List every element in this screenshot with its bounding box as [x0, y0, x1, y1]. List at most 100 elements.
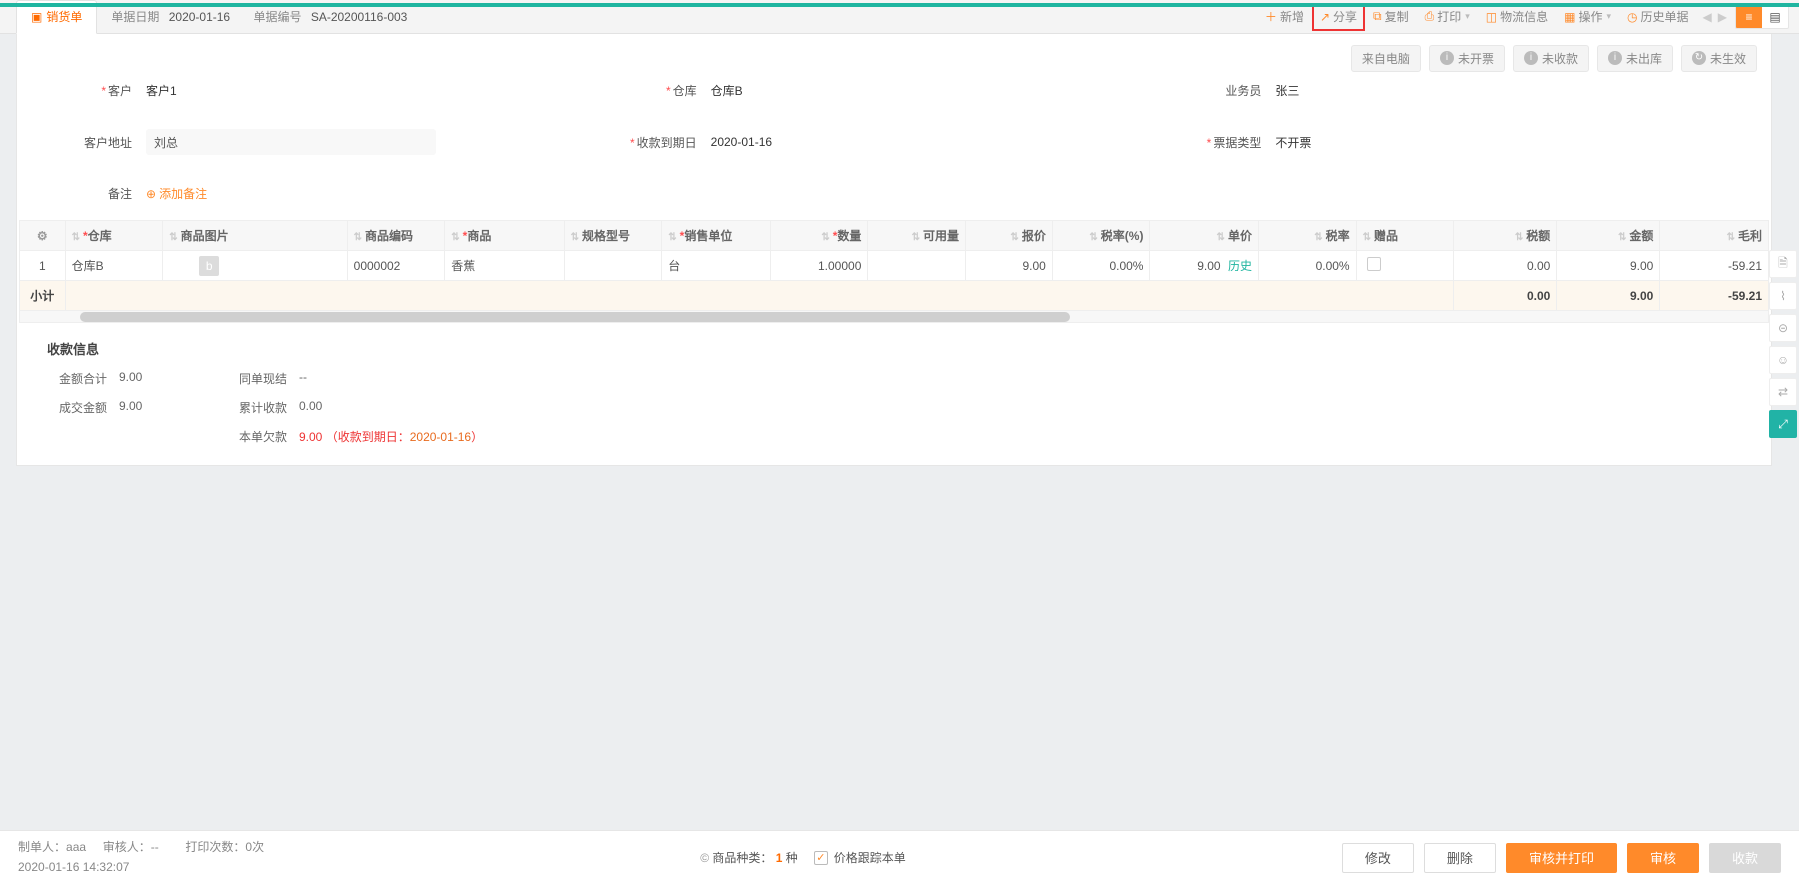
- rail-flow-icon[interactable]: ⇄: [1769, 378, 1797, 406]
- col-product[interactable]: ⇅*商品: [445, 221, 564, 251]
- tab-icon: ▣: [31, 10, 42, 24]
- history-button[interactable]: ◷ 历史单据: [1619, 6, 1697, 28]
- due-date-value[interactable]: 2020-01-16: [711, 135, 772, 149]
- copy-button[interactable]: ⧉ 复制: [1365, 6, 1417, 28]
- doc-meta: 制单人：aaa 审核人：-- 打印次数：0次 2020-01-16 14:32:…: [18, 838, 264, 876]
- acc-recv-label: 累计收款: [227, 399, 287, 416]
- col-quote[interactable]: ⇅报价: [966, 221, 1053, 251]
- invoice-type-value[interactable]: 不开票: [1275, 134, 1311, 151]
- col-settings[interactable]: ⚙: [20, 221, 66, 251]
- invoice-type-label: 票据类型: [1213, 136, 1261, 150]
- salesperson-value[interactable]: 张三: [1275, 82, 1299, 99]
- col-gift[interactable]: ⇅赠品: [1356, 221, 1454, 251]
- badge-no-out[interactable]: i 未出库: [1597, 45, 1673, 72]
- cell-qty[interactable]: 1.00000: [770, 251, 868, 281]
- col-tax-rate[interactable]: ⇅税率: [1258, 221, 1356, 251]
- cell-discount[interactable]: 0.00%: [1052, 251, 1150, 281]
- info-icon: i: [1440, 51, 1454, 65]
- address-label: 客户地址: [84, 136, 132, 150]
- add-remark-button[interactable]: ⊕ 添加备注: [146, 185, 207, 202]
- price-track-checkbox[interactable]: [814, 851, 828, 865]
- print-button[interactable]: ⎙ 打印 ▾: [1417, 6, 1478, 28]
- table-row[interactable]: 1 仓库B b 0000002 香蕉 台 1.00000 9.00 0.00% …: [20, 251, 1769, 281]
- gift-checkbox[interactable]: [1367, 257, 1381, 271]
- subtotal-gross: -59.21: [1660, 281, 1769, 311]
- horizontal-scrollbar[interactable]: [19, 311, 1769, 323]
- grid-icon: ▦: [1564, 10, 1575, 24]
- address-value[interactable]: 刘总: [146, 129, 436, 155]
- cell-code[interactable]: 0000002: [347, 251, 445, 281]
- doc-no-value: SA-20200116-003: [311, 10, 408, 24]
- col-gross[interactable]: ⇅毛利: [1660, 221, 1769, 251]
- col-price[interactable]: ⇅单价: [1150, 221, 1258, 251]
- salesperson-label: 业务员: [1225, 84, 1261, 98]
- cell-spec[interactable]: [564, 251, 662, 281]
- audit-print-button[interactable]: 审核并打印: [1506, 843, 1617, 873]
- col-warehouse[interactable]: ⇅*仓库: [65, 221, 163, 251]
- add-button[interactable]: ＋ 新增: [1257, 6, 1312, 28]
- info-icon: i: [1524, 51, 1538, 65]
- col-code[interactable]: ⇅商品编码: [347, 221, 445, 251]
- audit-button[interactable]: 审核: [1627, 843, 1699, 873]
- modify-button[interactable]: 修改: [1342, 843, 1414, 873]
- deal-value: 9.00: [119, 399, 142, 416]
- col-amount[interactable]: ⇅金额: [1557, 221, 1660, 251]
- row-index: 1: [20, 251, 66, 281]
- badge-from-pc: 来自电脑: [1351, 45, 1421, 72]
- customer-label: 客户: [108, 84, 132, 98]
- cell-unit[interactable]: 台: [662, 251, 770, 281]
- operate-button[interactable]: ▦ 操作 ▾: [1556, 6, 1619, 28]
- col-avail[interactable]: ⇅可用量: [868, 221, 966, 251]
- cell-price[interactable]: 9.00 历史: [1150, 251, 1258, 281]
- badge-no-receipt[interactable]: i 未收款: [1513, 45, 1589, 72]
- receive-button[interactable]: 收款: [1709, 843, 1781, 873]
- rail-globe-icon[interactable]: ⊝: [1769, 314, 1797, 342]
- badge-not-effective[interactable]: ↻ 未生效: [1681, 45, 1757, 72]
- copyright-icon: ©: [700, 851, 709, 865]
- copy-icon: ⧉: [1373, 9, 1382, 24]
- logistics-button[interactable]: ◫ 物流信息: [1478, 6, 1556, 28]
- rail-user-icon[interactable]: ☺: [1769, 346, 1797, 374]
- prev-doc-button[interactable]: ◀: [1703, 10, 1712, 24]
- view-grid-button[interactable]: ▤: [1762, 6, 1788, 28]
- cell-quote[interactable]: 9.00: [966, 251, 1053, 281]
- col-tax-amount[interactable]: ⇅税额: [1454, 221, 1557, 251]
- plus-icon: ＋: [1265, 8, 1277, 25]
- next-doc-button[interactable]: ▶: [1718, 10, 1727, 24]
- cell-warehouse[interactable]: 仓库B: [65, 251, 163, 281]
- doc-date-value: 2020-01-16: [169, 10, 230, 24]
- warehouse-label: 仓库: [673, 84, 697, 98]
- cell-gift[interactable]: [1356, 251, 1454, 281]
- main-card: 来自电脑 i 未开票 i 未收款 i 未出库 ↻ 未生效 *客户 客户1 *仓库…: [16, 34, 1772, 466]
- delete-button[interactable]: 删除: [1424, 843, 1496, 873]
- status-row: 来自电脑 i 未开票 i 未收款 i 未出库 ↻ 未生效: [17, 34, 1771, 82]
- scroll-thumb[interactable]: [80, 312, 1070, 322]
- col-discount[interactable]: ⇅税率(%): [1052, 221, 1150, 251]
- acc-recv-value: 0.00: [299, 399, 322, 416]
- cell-avail: [868, 251, 966, 281]
- doc-timestamp: 2020-01-16 14:32:07: [18, 858, 264, 877]
- rail-attach-icon[interactable]: ⌇: [1769, 282, 1797, 310]
- col-spec[interactable]: ⇅规格型号: [564, 221, 662, 251]
- price-track-label: 价格跟踪本单: [834, 849, 906, 866]
- rail-note-icon[interactable]: 🗎: [1769, 250, 1797, 278]
- info-icon: i: [1608, 51, 1622, 65]
- rail-expand-icon[interactable]: ⤢: [1769, 410, 1797, 438]
- col-image[interactable]: ⇅商品图片: [163, 221, 347, 251]
- cell-tax-rate[interactable]: 0.00%: [1258, 251, 1356, 281]
- price-history-link[interactable]: 历史: [1228, 259, 1252, 273]
- col-qty[interactable]: ⇅*数量: [770, 221, 868, 251]
- table-subtotal-row: 小计 0.00 9.00 -59.21: [20, 281, 1769, 311]
- col-unit[interactable]: ⇅*销售单位: [662, 221, 770, 251]
- warehouse-value[interactable]: 仓库B: [711, 82, 743, 99]
- share-icon: ↗: [1320, 10, 1330, 24]
- customer-value[interactable]: 客户1: [146, 82, 177, 99]
- cell-image[interactable]: b: [163, 251, 347, 281]
- badge-no-invoice[interactable]: i 未开票: [1429, 45, 1505, 72]
- form-grid: *客户 客户1 *仓库 仓库B 业务员 张三 客户地址 刘总 *收款到期日 20…: [17, 82, 1771, 202]
- subtotal-amount: 9.00: [1557, 281, 1660, 311]
- cell-tax-amount: 0.00: [1454, 251, 1557, 281]
- view-list-button[interactable]: ≡: [1736, 6, 1762, 28]
- bottom-bar: 制单人：aaa 审核人：-- 打印次数：0次 2020-01-16 14:32:…: [0, 830, 1799, 884]
- cell-product[interactable]: 香蕉: [445, 251, 564, 281]
